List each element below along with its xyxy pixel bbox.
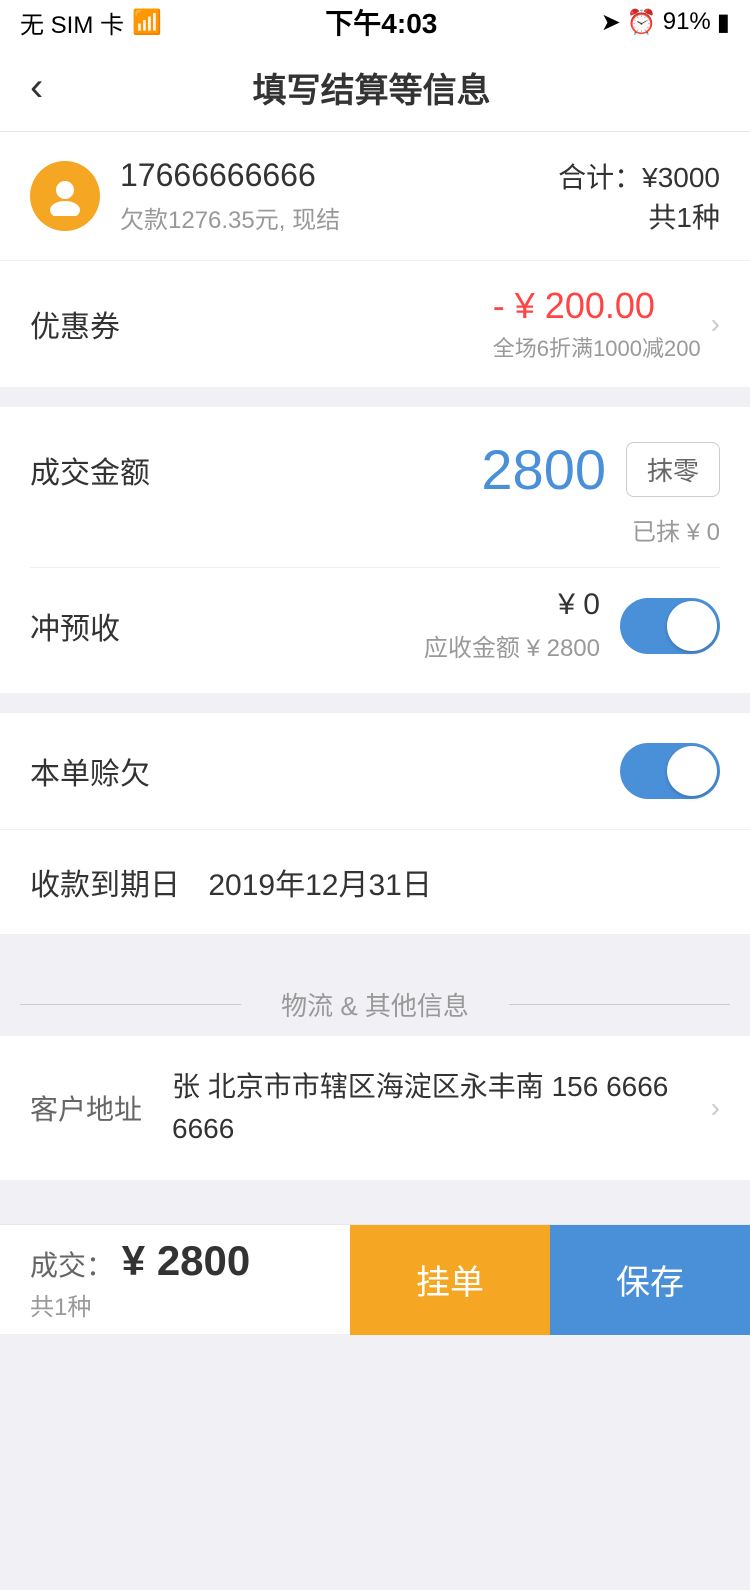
coupon-description: 全场6折满1000减200 bbox=[493, 331, 701, 363]
prepay-receivable: 应收金额 ¥ 2800 bbox=[424, 628, 600, 663]
avatar bbox=[30, 161, 100, 231]
wifi-icon: 📶 bbox=[132, 8, 162, 37]
bottom-deal-amount: ¥ 2800 bbox=[122, 1237, 250, 1284]
section-gap-2 bbox=[0, 693, 750, 713]
customer-debt: 欠款1276.35元, 现结 bbox=[120, 200, 340, 235]
status-bar: 无 SIM 卡 📶 下午4:03 ➤ ⏰ 91% ▮ bbox=[0, 0, 750, 44]
coupon-discount: - ¥ 200.00 bbox=[493, 285, 701, 327]
bottom-deal-label: 成交： bbox=[30, 1250, 114, 1281]
customer-info: 17666666666 欠款1276.35元, 现结 bbox=[120, 157, 340, 235]
prepay-right: ¥ 0 应收金额 ¥ 2800 bbox=[424, 588, 600, 663]
save-button[interactable]: 保存 bbox=[550, 1225, 750, 1335]
status-right: ➤ ⏰ 91% ▮ bbox=[601, 8, 730, 37]
bottom-deal-count: 共1种 bbox=[30, 1287, 320, 1322]
customer-phone: 17666666666 bbox=[120, 157, 340, 194]
battery-label: 91% bbox=[663, 8, 711, 36]
prepay-toggle[interactable] bbox=[620, 598, 720, 654]
address-value: 张 北京市市辖区海淀区永丰南 156 6666 6666 bbox=[172, 1066, 711, 1150]
address-row[interactable]: 客户地址 张 北京市市辖区海淀区永丰南 156 6666 6666 › bbox=[0, 1036, 750, 1180]
amount-label: 成交金额 bbox=[30, 448, 150, 492]
back-button[interactable]: ‹ bbox=[30, 65, 63, 110]
prepay-row: 冲预收 ¥ 0 应收金额 ¥ 2800 bbox=[30, 567, 720, 663]
deferred-toggle-knob bbox=[667, 746, 717, 796]
amount-section: 成交金额 2800 抹零 已抹 ¥ 0 冲预收 ¥ 0 应收金额 ¥ 2800 bbox=[0, 407, 750, 693]
prepay-amount: ¥ 0 bbox=[558, 588, 600, 622]
address-label: 客户地址 bbox=[30, 1088, 142, 1128]
alarm-icon: ⏰ bbox=[627, 8, 657, 37]
amount-value-group: 2800 抹零 bbox=[481, 437, 720, 502]
due-date-value: 2019年12月31日 bbox=[208, 869, 431, 902]
section-gap-3 bbox=[0, 934, 750, 954]
coupon-row[interactable]: 优惠券 - ¥ 200.00 全场6折满1000减200 › bbox=[0, 260, 750, 387]
deferred-toggle[interactable] bbox=[620, 743, 720, 799]
deferred-label: 本单赊欠 bbox=[30, 749, 150, 793]
round-button[interactable]: 抹零 bbox=[626, 442, 720, 497]
nav-bar: ‹ 填写结算等信息 bbox=[0, 44, 750, 132]
due-date-row: 收款到期日 2019年12月31日 bbox=[0, 829, 750, 934]
coupon-right: - ¥ 200.00 全场6折满1000减200 › bbox=[493, 285, 720, 363]
amount-number: 2800 bbox=[481, 437, 606, 502]
bottom-deal-row: 成交： ¥ 2800 bbox=[30, 1237, 320, 1285]
total-amount: ¥3000 bbox=[642, 162, 720, 193]
erased-label: 已抹 ¥ 0 bbox=[632, 519, 720, 546]
address-chevron-icon: › bbox=[711, 1092, 720, 1124]
hang-button[interactable]: 挂单 bbox=[350, 1225, 550, 1335]
divider-line-left bbox=[20, 1004, 241, 1005]
location-icon: ➤ bbox=[601, 8, 621, 37]
total-label: 合计： bbox=[558, 162, 642, 193]
prepay-label: 冲预收 bbox=[30, 604, 120, 648]
logistics-label: 物流 & 其他信息 bbox=[281, 986, 469, 1023]
sim-label: 无 SIM 卡 bbox=[20, 5, 124, 40]
bottom-summary: 成交： ¥ 2800 共1种 bbox=[0, 1237, 350, 1322]
amount-row: 成交金额 2800 抹零 bbox=[30, 437, 720, 502]
page-title: 填写结算等信息 bbox=[63, 63, 680, 112]
erased-row: 已抹 ¥ 0 bbox=[30, 512, 720, 547]
coupon-label: 优惠券 bbox=[30, 302, 120, 346]
customer-total: 合计：¥3000 共1种 bbox=[558, 156, 720, 236]
total-label-amount: 合计：¥3000 bbox=[558, 156, 720, 196]
customer-row: 17666666666 欠款1276.35元, 现结 合计：¥3000 共1种 bbox=[0, 132, 750, 260]
due-date-label: 收款到期日 bbox=[30, 869, 180, 902]
battery-icon: ▮ bbox=[717, 8, 730, 37]
logistics-divider: 物流 & 其他信息 bbox=[0, 974, 750, 1034]
divider-line-right bbox=[509, 1004, 730, 1005]
status-left: 无 SIM 卡 📶 bbox=[20, 5, 162, 40]
customer-left: 17666666666 欠款1276.35元, 现结 bbox=[30, 157, 340, 235]
deferred-row: 本单赊欠 bbox=[0, 713, 750, 829]
section-gap-1 bbox=[0, 387, 750, 407]
bottom-bar: 成交： ¥ 2800 共1种 挂单 保存 bbox=[0, 1224, 750, 1334]
coupon-chevron-icon: › bbox=[711, 308, 720, 340]
toggle-knob bbox=[667, 601, 717, 651]
status-time: 下午4:03 bbox=[325, 2, 437, 42]
total-count: 共1种 bbox=[558, 196, 720, 236]
